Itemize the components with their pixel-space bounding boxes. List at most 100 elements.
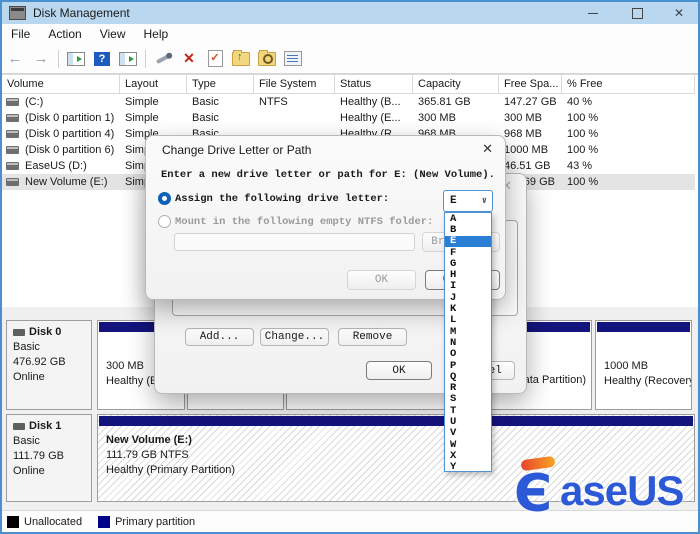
dropdown-option[interactable]: Y [445, 462, 491, 473]
dropdown-option[interactable]: V [445, 428, 491, 439]
dropdown-option[interactable]: T [445, 405, 491, 416]
menu-help[interactable]: Help [135, 24, 178, 44]
dropdown-option[interactable]: K [445, 303, 491, 314]
cell-volume: New Volume (E:) [20, 174, 120, 190]
dropdown-option[interactable]: W [445, 439, 491, 450]
cell-freespace: 1000 MB [499, 142, 562, 158]
menu-bar: File Action View Help [2, 24, 698, 44]
properties-icon [284, 51, 302, 66]
dropdown-option[interactable]: J [445, 292, 491, 303]
easeus-logo: Є aseUS [514, 452, 700, 510]
refresh-tool-button[interactable] [151, 48, 175, 70]
cell-percentfree: 100 % [562, 126, 695, 142]
column-header-volume[interactable]: Volume [2, 75, 120, 94]
cell-volume: (Disk 0 partition 6) [20, 142, 120, 158]
console-tree-button[interactable] [64, 48, 88, 70]
action-pane-button[interactable] [116, 48, 140, 70]
drive-letter-combobox[interactable]: E ∨ [443, 190, 493, 212]
dropdown-option[interactable]: I [445, 281, 491, 292]
dropdown-option[interactable]: H [445, 269, 491, 280]
easeus-logo-text: aseUS [560, 472, 683, 510]
column-header-freespace[interactable]: Free Spa... [499, 75, 562, 94]
dropdown-option[interactable]: P [445, 360, 491, 371]
assign-letter-label: Assign the following drive letter: [175, 193, 389, 205]
folder-search-icon [258, 52, 276, 66]
cell-freespace: 300 MB [499, 110, 562, 126]
window-title: Disk Management [33, 6, 130, 20]
paths-ok-button[interactable]: OK [366, 361, 432, 380]
primary-partition-legend-swatch [98, 516, 110, 528]
dropdown-option[interactable]: O [445, 349, 491, 360]
assign-letter-radio[interactable] [158, 192, 171, 205]
dropdown-option[interactable]: M [445, 326, 491, 337]
extend-button[interactable]: ↑ [229, 48, 253, 70]
dropdown-option[interactable]: G [445, 258, 491, 269]
dropdown-option[interactable]: L [445, 315, 491, 326]
ok-button[interactable]: OK [347, 270, 416, 290]
explore-button[interactable] [255, 48, 279, 70]
menu-action[interactable]: Action [39, 24, 90, 44]
cell-freespace: 968 MB [499, 126, 562, 142]
disk1-label[interactable]: Disk 1 Basic 111.79 GB Online [6, 414, 92, 502]
cell-percentfree: 40 % [562, 94, 695, 110]
cell-status: Healthy (B... [335, 94, 413, 110]
toolbar: ← → ? ✕ ✓ ↑ [2, 44, 698, 74]
column-header-percentfree[interactable]: % Free [562, 75, 695, 94]
tool-icon [156, 53, 170, 63]
disk-management-window: Disk Management ✕ File Action View Help … [0, 0, 700, 534]
help-button[interactable]: ? [90, 48, 114, 70]
remove-button[interactable]: Remove [338, 328, 407, 346]
easeus-e-icon: Є [514, 458, 560, 510]
forward-button[interactable]: → [29, 48, 53, 70]
help-icon: ? [94, 52, 110, 66]
dropdown-option[interactable]: U [445, 416, 491, 427]
dropdown-option[interactable]: S [445, 394, 491, 405]
dropdown-option[interactable]: N [445, 337, 491, 348]
dropdown-option-selected[interactable]: E [445, 236, 491, 247]
disk1-size: 111.79 GB [13, 449, 91, 464]
disk0-type: Basic [13, 340, 91, 355]
menu-file[interactable]: File [2, 24, 39, 44]
cell-capacity: 300 MB [413, 110, 499, 126]
mount-path-field[interactable] [174, 233, 415, 251]
dropdown-option[interactable]: A [445, 213, 491, 224]
column-header-capacity[interactable]: Capacity [413, 75, 499, 94]
close-button[interactable]: ✕ [662, 2, 696, 24]
delete-button[interactable]: ✕ [177, 48, 201, 70]
dropdown-option[interactable]: R [445, 382, 491, 393]
column-header-type[interactable]: Type [187, 75, 254, 94]
disk0-partition-recovery2[interactable]: 1000 MB Healthy (Recovery Partition) [595, 320, 692, 410]
maximize-button[interactable] [620, 2, 654, 24]
dropdown-option[interactable]: Q [445, 371, 491, 382]
partition-status: Healthy (Primary Partition) [106, 463, 235, 478]
cell-type: Basic [187, 110, 254, 126]
dropdown-option[interactable]: X [445, 450, 491, 461]
cell-percentfree: 100 % [562, 110, 695, 126]
back-button[interactable]: ← [3, 48, 27, 70]
change-button[interactable]: Change... [260, 328, 329, 346]
cell-volume: (Disk 0 partition 1) [20, 110, 120, 126]
volume-icon [6, 114, 19, 122]
unallocated-legend-label: Unallocated [24, 516, 82, 528]
table-row[interactable]: (C:) Simple Basic NTFS Healthy (B... 365… [2, 94, 695, 110]
check-document-icon: ✓ [208, 50, 223, 67]
minimize-button[interactable] [576, 2, 610, 24]
mount-folder-radio[interactable] [158, 215, 171, 228]
column-header-layout[interactable]: Layout [120, 75, 187, 94]
cell-filesystem: NTFS [254, 94, 335, 110]
close-icon[interactable]: ✕ [482, 141, 493, 157]
disk0-label[interactable]: Disk 0 Basic 476.92 GB Online [6, 320, 92, 410]
check-disk-button[interactable]: ✓ [203, 48, 227, 70]
menu-view[interactable]: View [91, 24, 135, 44]
column-header-filesystem[interactable]: File System [254, 75, 335, 94]
add-button[interactable]: Add... [185, 328, 254, 346]
drive-letter-dropdown: A B E F G H I J K L M N O P Q R S T U V … [444, 212, 492, 472]
properties-button[interactable] [281, 48, 305, 70]
disk1-status: Online [13, 464, 91, 479]
cell-volume: EaseUS (D:) [20, 158, 120, 174]
dropdown-option[interactable]: F [445, 247, 491, 258]
dialog-title: Change Drive Letter or Path [162, 143, 311, 157]
column-header-status[interactable]: Status [335, 75, 413, 94]
table-row[interactable]: (Disk 0 partition 1) Simple Basic Health… [2, 110, 695, 126]
dropdown-option[interactable]: B [445, 224, 491, 235]
